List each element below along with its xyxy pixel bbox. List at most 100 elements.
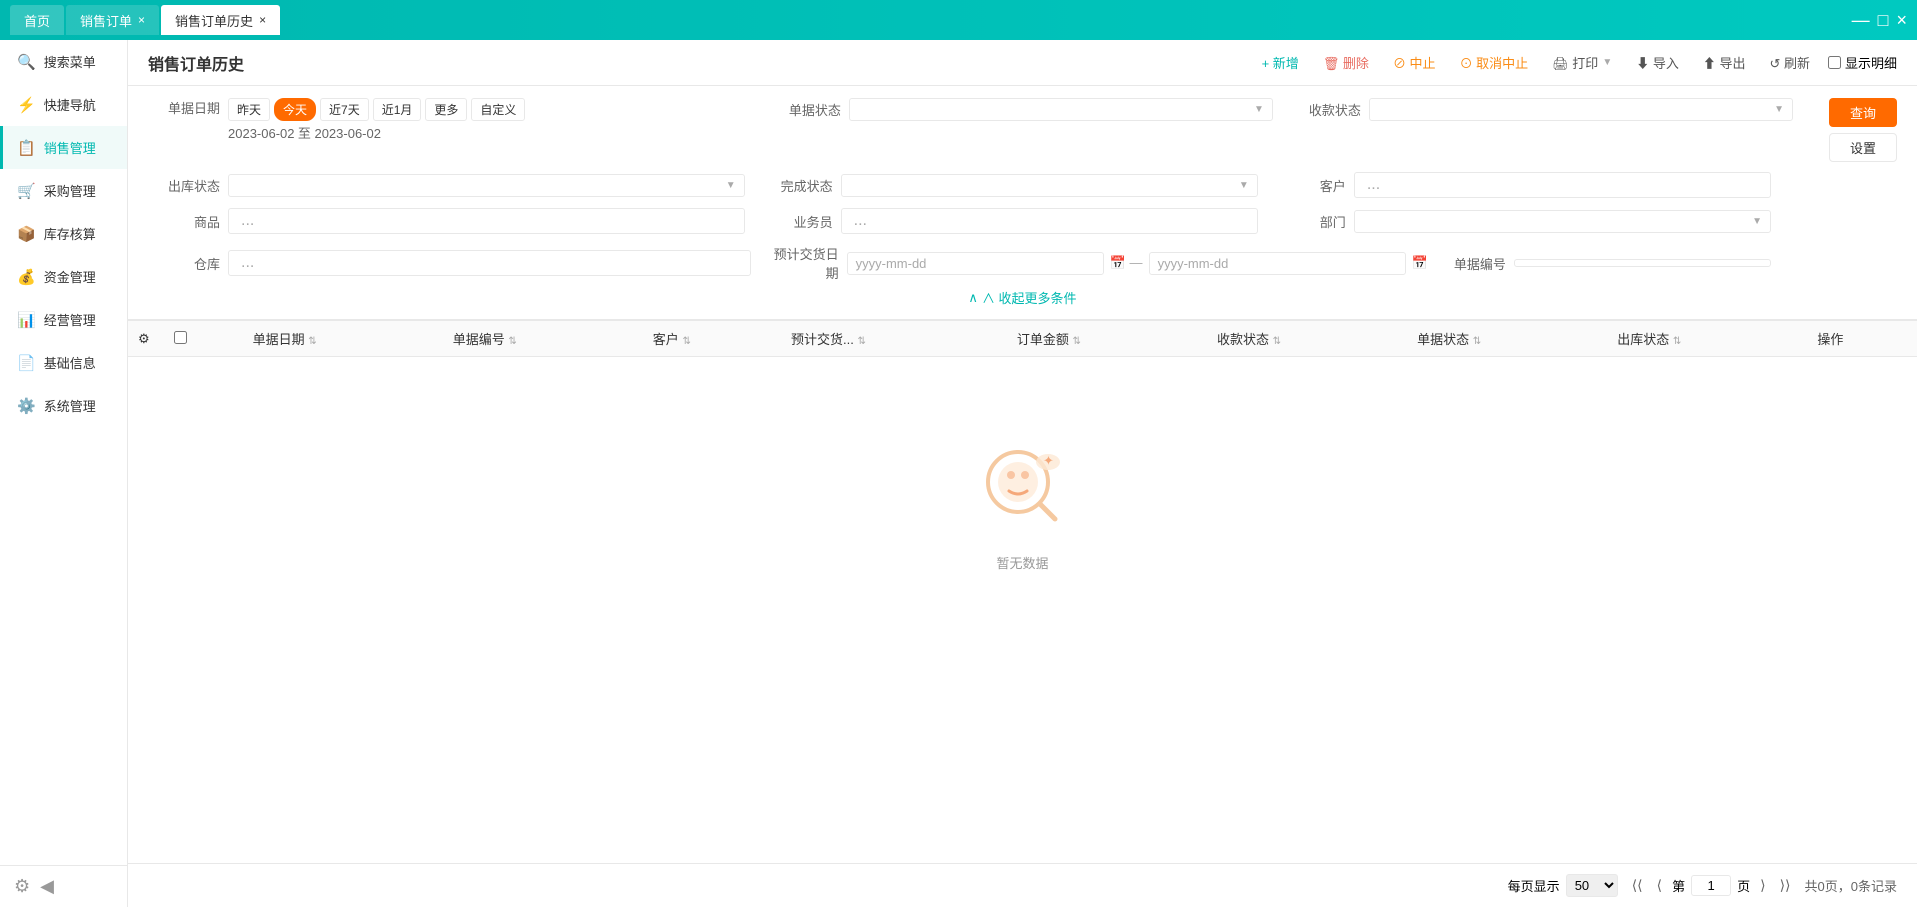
- sidebar: 🔍 搜索菜单 ⚡ 快捷导航 📋 销售管理 🛒 采购管理 📦 库存核算 💰 资金管…: [0, 40, 128, 907]
- col-order-status-header[interactable]: 单据状态 ⇅: [1407, 321, 1607, 357]
- date-btn-1month[interactable]: 近1月: [373, 98, 422, 121]
- print-arrow: ▼: [1602, 57, 1612, 68]
- date-to-input[interactable]: yyyy-mm-dd: [1149, 252, 1406, 275]
- inventory-icon: 📦: [17, 225, 36, 243]
- outbound-status-select[interactable]: ▼: [228, 174, 745, 197]
- close-sales-order-history-tab[interactable]: ×: [259, 13, 266, 27]
- order-status-label: 单据状态: [769, 100, 849, 119]
- col-customer-header[interactable]: 客户 ⇅: [643, 321, 781, 357]
- date-btn-today[interactable]: 今天: [274, 98, 316, 121]
- sidebar-item-basic-info[interactable]: 📄 基础信息: [0, 341, 127, 384]
- collapse-filters-row[interactable]: ∧ ∧ 收起更多条件: [148, 288, 1897, 307]
- table-footer: 每页显示 50 20 100 200 ⟨⟨ ⟨ 第 页 ⟩ ⟩⟩ 共0页，0条记…: [128, 863, 1917, 907]
- minimize-btn[interactable]: —: [1852, 10, 1870, 31]
- customer-sort-icon: ⇅: [682, 336, 690, 347]
- last-page-btn[interactable]: ⟩⟩: [1776, 875, 1795, 896]
- page-input[interactable]: [1691, 875, 1731, 896]
- tab-sales-order[interactable]: 销售订单 ×: [66, 5, 159, 35]
- col-expected-delivery-header[interactable]: 预计交货... ⇅: [781, 321, 1007, 357]
- col-pay-status-header[interactable]: 收款状态 ⇅: [1207, 321, 1407, 357]
- per-page-select[interactable]: 50 20 100 200: [1566, 874, 1618, 897]
- query-button[interactable]: 查询: [1829, 98, 1897, 127]
- select-all-checkbox[interactable]: [174, 331, 187, 344]
- tab-sales-order-history[interactable]: 销售订单历史 ×: [161, 5, 280, 35]
- col-checkbox-header[interactable]: [164, 321, 243, 357]
- first-page-btn[interactable]: ⟨⟨: [1628, 875, 1647, 896]
- sidebar-item-quick-nav[interactable]: ⚡ 快捷导航: [0, 83, 127, 126]
- warehouse-more-icon[interactable]: ...: [237, 254, 258, 272]
- data-table: ⚙ 单据日期 ⇅ 单据编号 ⇅ 客户 ⇅: [128, 320, 1917, 652]
- pay-status-select[interactable]: ▼: [1369, 98, 1793, 121]
- sidebar-item-finance-label: 资金管理: [44, 267, 96, 286]
- col-settings-header[interactable]: ⚙: [128, 321, 164, 357]
- goods-input[interactable]: ...: [228, 208, 745, 234]
- order-no-input[interactable]: [1514, 259, 1771, 267]
- window-controls: — □ ×: [1852, 10, 1917, 31]
- sidebar-item-sales[interactable]: 📋 销售管理: [0, 126, 127, 169]
- maximize-btn[interactable]: □: [1878, 10, 1889, 31]
- new-button[interactable]: + 新增: [1256, 50, 1305, 75]
- completion-status-select[interactable]: ▼: [841, 174, 1258, 197]
- collapse-label: ∧ 收起更多条件: [982, 288, 1077, 307]
- refresh-button[interactable]: ↺ 刷新: [1763, 50, 1816, 75]
- system-icon: ⚙️: [17, 397, 36, 415]
- tab-home-label: 首页: [24, 11, 50, 30]
- salesperson-label: 业务员: [761, 212, 841, 231]
- sidebar-item-inventory[interactable]: 📦 库存核算: [0, 212, 127, 255]
- department-label: 部门: [1274, 212, 1354, 231]
- col-order-amount-header[interactable]: 订单金额 ⇅: [1007, 321, 1207, 357]
- stop-button[interactable]: ⊘ 中止: [1387, 50, 1442, 75]
- sidebar-item-operations-label: 经营管理: [44, 310, 96, 329]
- close-window-btn[interactable]: ×: [1896, 10, 1907, 31]
- col-date-header[interactable]: 单据日期 ⇅: [243, 321, 443, 357]
- delivery-sort-icon: ⇅: [857, 336, 865, 347]
- import-button[interactable]: ⬇ 导入: [1630, 50, 1685, 75]
- department-arrow: ▼: [1752, 216, 1762, 227]
- date-from-input[interactable]: yyyy-mm-dd: [847, 252, 1104, 275]
- completion-status-arrow: ▼: [1239, 180, 1249, 191]
- page-label: 页: [1737, 876, 1750, 895]
- sidebar-item-basic-info-label: 基础信息: [44, 353, 96, 372]
- print-button[interactable]: 🖨 打印 ▼: [1546, 50, 1618, 75]
- cancel-stop-button[interactable]: ⊙ 取消中止: [1454, 50, 1535, 75]
- customer-input[interactable]: ...: [1354, 172, 1771, 198]
- order-status-select[interactable]: ▼: [849, 98, 1273, 121]
- close-sales-order-tab[interactable]: ×: [138, 13, 145, 27]
- date-label: 单据日期: [148, 98, 228, 117]
- export-button[interactable]: ⬆ 导出: [1697, 50, 1752, 75]
- date-btn-yesterday[interactable]: 昨天: [228, 98, 270, 121]
- sidebar-item-operations[interactable]: 📊 经营管理: [0, 298, 127, 341]
- delete-button[interactable]: 🗑 删除: [1317, 50, 1375, 75]
- sidebar-item-search-menu[interactable]: 🔍 搜索菜单: [0, 40, 127, 83]
- department-select[interactable]: ▼: [1354, 210, 1771, 233]
- goods-more-icon[interactable]: ...: [237, 212, 258, 230]
- date-btn-7days[interactable]: 近7天: [320, 98, 369, 121]
- prev-page-btn[interactable]: ⟨: [1653, 875, 1666, 896]
- finance-icon: 💰: [17, 268, 36, 286]
- sidebar-settings-icon[interactable]: ⚙: [14, 876, 30, 897]
- display-cols-checkbox[interactable]: 显示明细: [1828, 53, 1897, 72]
- sidebar-item-finance[interactable]: 💰 资金管理: [0, 255, 127, 298]
- salesperson-more-icon[interactable]: ...: [850, 212, 871, 230]
- salesperson-input[interactable]: ...: [841, 208, 1258, 234]
- quick-nav-icon: ⚡: [17, 96, 36, 114]
- sidebar-toggle-icon[interactable]: ◀: [40, 876, 54, 897]
- date-btn-more[interactable]: 更多: [425, 98, 467, 121]
- set-button[interactable]: 设置: [1829, 133, 1897, 162]
- empty-text: 暂无数据: [996, 553, 1048, 572]
- display-cols-input[interactable]: [1828, 56, 1841, 69]
- customer-more-icon[interactable]: ...: [1363, 176, 1384, 194]
- warehouse-input[interactable]: ...: [228, 250, 751, 276]
- date-btn-custom[interactable]: 自定义: [471, 98, 525, 121]
- top-bar: 首页 销售订单 × 销售订单历史 × — □ ×: [0, 0, 1917, 40]
- tab-home[interactable]: 首页: [10, 5, 64, 35]
- warehouse-label: 仓库: [148, 254, 228, 273]
- sidebar-item-purchase[interactable]: 🛒 采购管理: [0, 169, 127, 212]
- sidebar-item-quick-nav-label: 快捷导航: [44, 95, 96, 114]
- goods-label: 商品: [148, 212, 228, 231]
- sidebar-item-system[interactable]: ⚙️ 系统管理: [0, 384, 127, 427]
- next-page-btn[interactable]: ⟩: [1756, 875, 1769, 896]
- col-no-header[interactable]: 单据编号 ⇅: [443, 321, 643, 357]
- col-outbound-status-header[interactable]: 出库状态 ⇅: [1607, 321, 1807, 357]
- action-buttons: 查询 设置: [1829, 98, 1897, 162]
